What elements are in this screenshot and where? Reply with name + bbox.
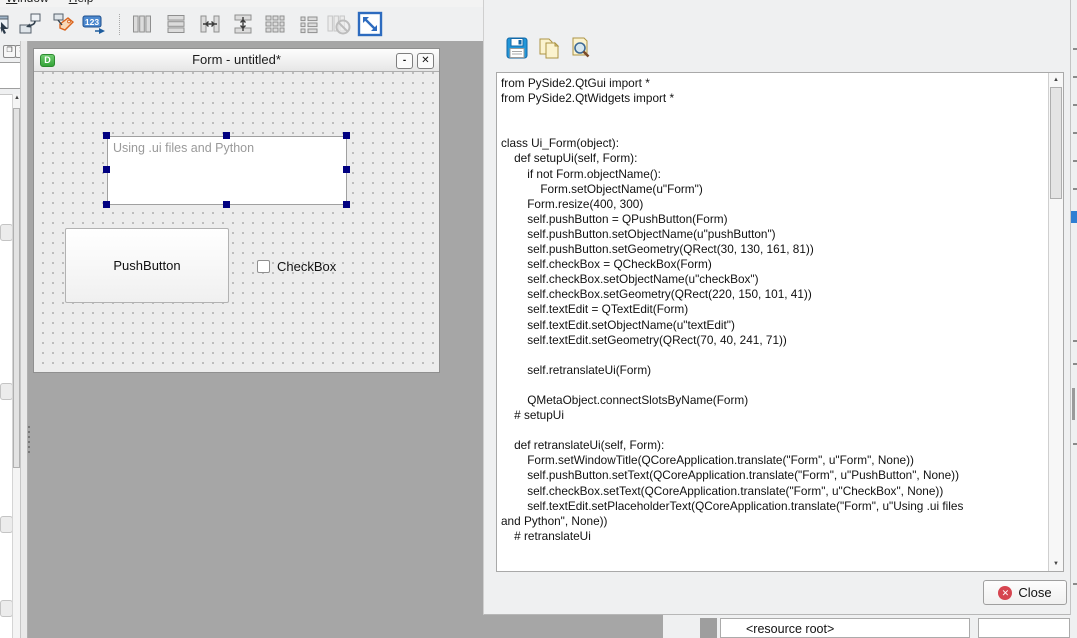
find-in-text-icon [569, 37, 593, 59]
menu-help[interactable]: Help [69, 0, 94, 5]
tree-branch-mark [1073, 48, 1077, 50]
h-splitter-glyph [198, 12, 222, 36]
close-button-label: Close [1018, 585, 1051, 600]
property-editor-sliver [1070, 0, 1077, 615]
widget-box-panel: ❐ ✕ ▲ [0, 41, 28, 638]
resource-tree[interactable]: <resource root> [720, 618, 970, 638]
break-layout-glyph [326, 12, 352, 36]
adjust-size-glyph [357, 11, 383, 37]
buddy-tag-glyph [52, 12, 76, 36]
selection-handle-n[interactable] [223, 132, 230, 139]
selection-handle-w[interactable] [103, 166, 110, 173]
form-layout-glyph [298, 12, 320, 36]
selection-handle-e[interactable] [343, 166, 350, 173]
tab-order-glyph: 123 [81, 12, 107, 36]
generated-python-code[interactable]: from PySide2.QtGui import * from PySide2… [497, 73, 1048, 571]
mdi-area-bottom [483, 615, 663, 638]
tree-branch-mark [1073, 340, 1077, 342]
form-canvas[interactable]: Using .ui files and Python PushButton Ch… [34, 72, 439, 372]
selection-handle-nw[interactable] [103, 132, 110, 139]
copy-button[interactable] [536, 36, 562, 60]
resource-root-item[interactable]: <resource root> [746, 622, 834, 636]
scroll-up-icon[interactable]: ▲ [1049, 76, 1063, 84]
tree-branch-mark [1073, 188, 1077, 190]
float-icon: ❐ [6, 47, 12, 54]
resource-preview-box[interactable] [978, 618, 1070, 638]
edit-tab-order-icon[interactable]: 123 [80, 10, 108, 38]
dock-edge [20, 41, 28, 638]
menu-bar: Window Help [0, 0, 483, 7]
toolbar-separator [119, 14, 120, 35]
tree-branch-mark [1073, 76, 1077, 78]
widget-box-list[interactable] [0, 94, 12, 638]
layout-horizontally-icon[interactable] [128, 10, 156, 38]
copy-icon [537, 37, 561, 59]
save-icon [506, 37, 528, 59]
tab-order-badge: 123 [85, 17, 99, 27]
signal-slot-glyph [18, 12, 42, 36]
splitter-handle[interactable] [28, 423, 31, 451]
layout-form-icon[interactable] [295, 10, 323, 38]
tree-branch-mark [1073, 132, 1077, 134]
menu-items: Window Help [6, 0, 113, 5]
layout-vertical-splitter-icon[interactable] [229, 10, 257, 38]
menu-window[interactable]: Window [6, 0, 49, 5]
checkbox-box[interactable] [257, 260, 270, 273]
close-icon: ✕ [421, 55, 429, 66]
edit-signals-slots-icon[interactable] [16, 10, 44, 38]
scrollbar-thumb[interactable] [1050, 87, 1062, 199]
layout-horizontal-splitter-icon[interactable] [196, 10, 224, 38]
layout-horizontal-glyph [130, 12, 154, 36]
edit-buddies-icon[interactable] [50, 10, 78, 38]
qt-designer-screen: Window Help [0, 0, 1077, 638]
tree-branch-mark [1073, 443, 1077, 445]
textedit-widget[interactable]: Using .ui files and Python [107, 136, 347, 205]
minimize-button[interactable]: - [396, 53, 413, 69]
form-editor-window: D Form - untitled* - ✕ Using .ui files a… [33, 48, 440, 373]
checkbox-widget[interactable]: CheckBox [257, 259, 336, 274]
tree-branch-mark [1073, 160, 1077, 162]
scroll-down-icon[interactable]: ▼ [1049, 560, 1063, 568]
layout-grid-icon[interactable] [261, 10, 289, 38]
selection-handle-ne[interactable] [343, 132, 350, 139]
minimize-icon: - [403, 55, 406, 66]
close-dialog-button[interactable]: ✕ Close [983, 580, 1067, 605]
main-toolbar: 123 [0, 7, 483, 42]
close-icon: ✕ [998, 586, 1012, 600]
v-splitter-glyph [231, 12, 255, 36]
edit-widgets-icon[interactable] [0, 10, 13, 38]
textedit-placeholder: Using .ui files and Python [113, 141, 254, 155]
find-button[interactable] [568, 36, 594, 60]
tree-branch-mark [1073, 104, 1077, 106]
code-preview-dialog: from PySide2.QtGui import * from PySide2… [483, 0, 1070, 615]
edit-widgets-glyph [0, 13, 11, 35]
form-window-title: Form - untitled* [34, 52, 439, 67]
save-button[interactable] [504, 36, 530, 60]
tree-branch-mark [1073, 363, 1077, 365]
checkbox-label: CheckBox [277, 259, 336, 274]
selection-handle-sw[interactable] [103, 201, 110, 208]
code-view[interactable]: from PySide2.QtGui import * from PySide2… [496, 72, 1064, 572]
grid-glyph [263, 12, 287, 36]
adjust-size-icon[interactable] [356, 10, 384, 38]
scrollbar-thumb[interactable] [13, 108, 20, 468]
close-button[interactable]: ✕ [417, 53, 434, 69]
selection-handle-se[interactable] [343, 201, 350, 208]
pushbutton-label: PushButton [113, 258, 180, 273]
selected-row-sliver [1071, 211, 1077, 223]
code-vertical-scrollbar[interactable]: ▲ ▼ [1048, 73, 1063, 571]
scrollbar-thumb[interactable] [1072, 388, 1075, 420]
form-window-titlebar[interactable]: D Form - untitled* - ✕ [34, 49, 439, 72]
scrollbar-thumb[interactable] [700, 618, 717, 638]
pushbutton-widget[interactable]: PushButton [65, 228, 229, 303]
layout-vertical-glyph [164, 12, 188, 36]
layout-vertically-icon[interactable] [162, 10, 190, 38]
break-layout-icon[interactable] [325, 10, 353, 38]
tree-branch-mark [1073, 583, 1077, 585]
resource-browser-panel: <resource root> [663, 615, 1077, 638]
selection-handle-s[interactable] [223, 201, 230, 208]
